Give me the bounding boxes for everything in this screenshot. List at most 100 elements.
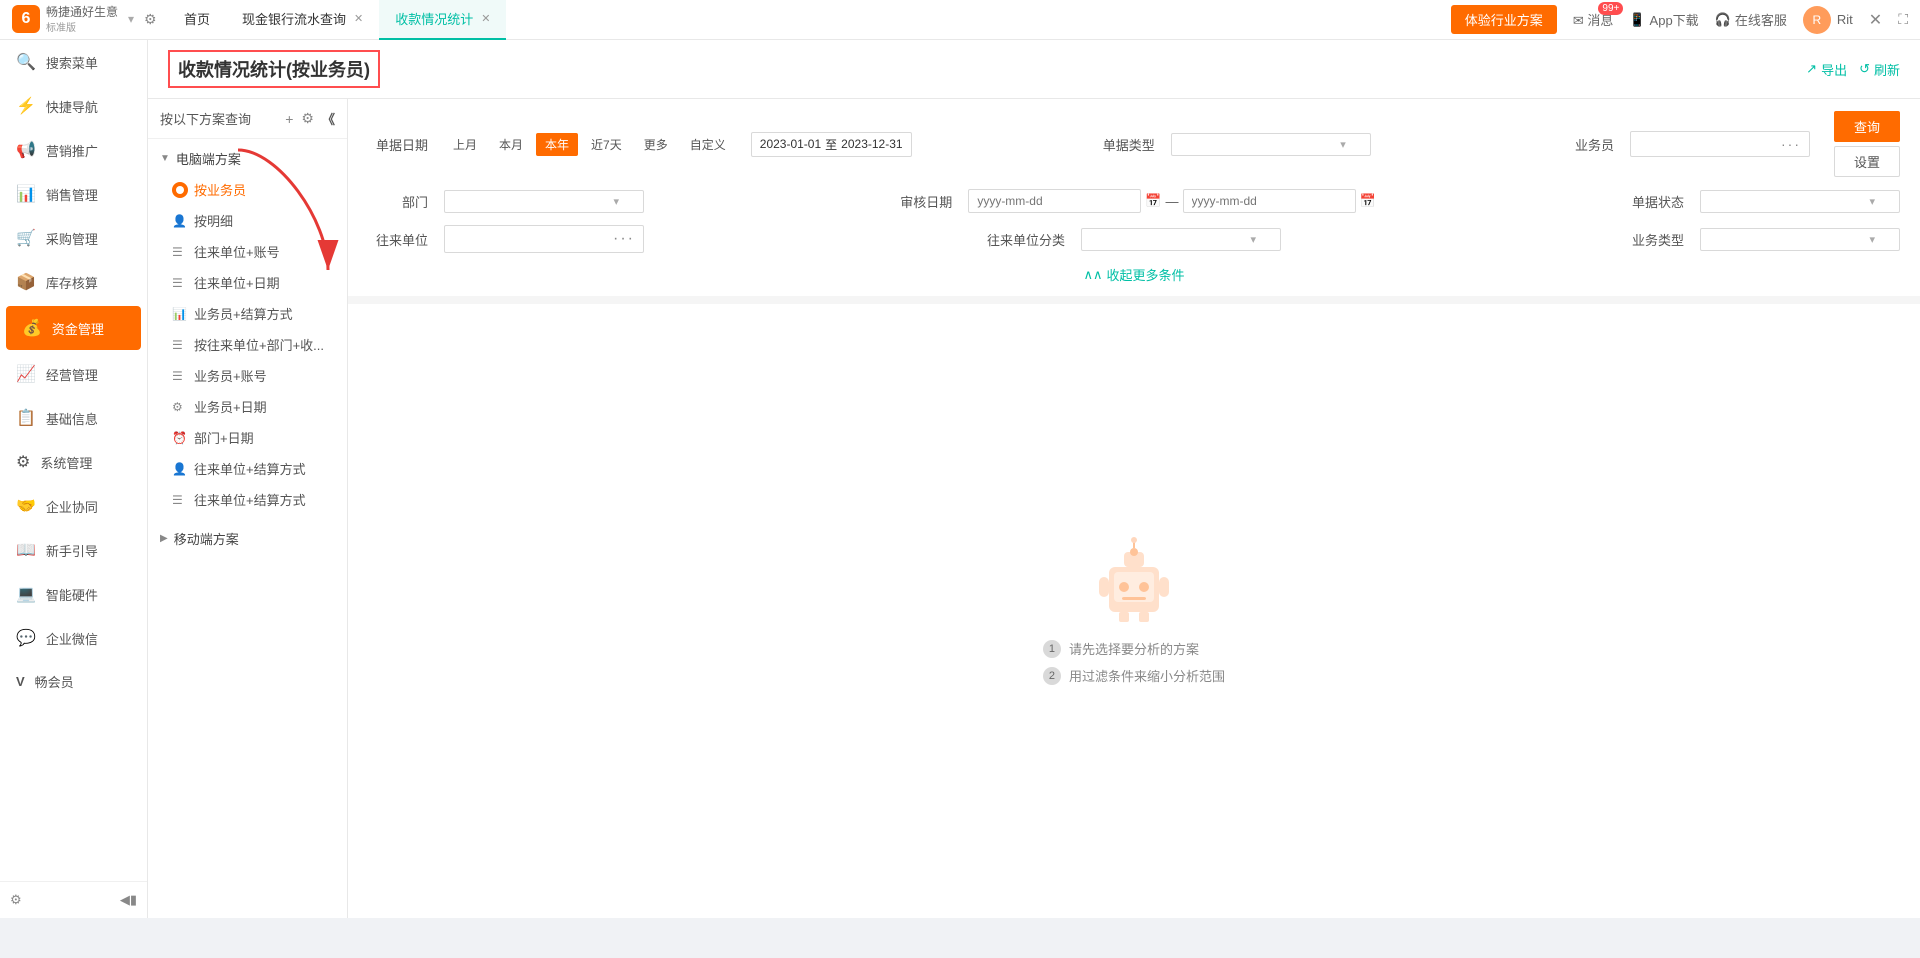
collapse-btn[interactable]: ∧∧ 收起更多条件 [368, 265, 1900, 284]
collab-icon: 🤝 [16, 496, 36, 516]
guide-icon: 📖 [16, 540, 36, 560]
sidebar-item-wechat[interactable]: 💬 企业微信 [0, 616, 147, 660]
scheme-item-partner-date[interactable]: ☰ 往来单位+日期 [148, 267, 347, 298]
gear-icon[interactable]: ⚙ [144, 11, 157, 28]
counterpart-cat-select[interactable]: ▾ [1081, 228, 1281, 251]
filter-area: 单据日期 上月 本月 本年 近7天 更多 自定义 2023-01-01 至 [348, 99, 1920, 296]
message-label: 消息 [1587, 13, 1613, 28]
message-btn[interactable]: ✉ 消息 99+ [1573, 10, 1614, 29]
operations-icon: 📈 [16, 364, 36, 384]
sidebar-item-system[interactable]: ⚙ 系统管理 [0, 440, 147, 484]
date-tab-custom[interactable]: 自定义 [681, 133, 735, 156]
sidebar-item-operations[interactable]: 📈 经营管理 [0, 352, 147, 396]
doc-status-dropdown-icon: ▾ [1869, 195, 1875, 208]
trial-btn[interactable]: 体验行业方案 [1451, 5, 1557, 34]
scheme-item-by-staff[interactable]: 按业务员 [148, 174, 347, 205]
sidebar-item-funds[interactable]: 💰 资金管理 [6, 306, 141, 350]
dept-select[interactable]: ▾ [444, 190, 644, 213]
scheme-item-partner-settle1-label: 往来单位+结算方式 [194, 459, 306, 478]
sidebar-item-guide[interactable]: 📖 新手引导 [0, 528, 147, 572]
export-btn[interactable]: ↗ 导出 [1806, 60, 1847, 79]
sidebar-item-sales[interactable]: 📊 销售管理 [0, 172, 147, 216]
sidebar-settings-icon[interactable]: ⚙ [10, 892, 22, 908]
scheme-item-partner-dept[interactable]: ☰ 按往来单位+部门+收... [148, 329, 347, 360]
scheme-collapse-icon[interactable]: 《 [322, 109, 335, 128]
sidebar-item-search[interactable]: 🔍 搜索菜单 [0, 40, 147, 84]
doc-type-dropdown-icon: ▾ [1340, 138, 1346, 151]
window-maximize-btn[interactable]: ⛶ [1898, 11, 1908, 28]
nav-tabs: 首页 现金银行流水查询 ✕ 收款情况统计 ✕ [160, 0, 1451, 39]
header-dropdown-icon[interactable]: ▾ [128, 12, 134, 26]
sidebar-item-collab[interactable]: 🤝 企业协同 [0, 484, 147, 528]
main-content: 按以下方案查询 + ⚙ 《 ▼ 电脑端方案 [148, 99, 1920, 918]
basics-icon: 📋 [16, 408, 36, 428]
date-tab-lastmonth[interactable]: 上月 [444, 133, 486, 156]
date-tab-7days[interactable]: 近7天 [582, 133, 631, 156]
audit-date-to[interactable] [1183, 189, 1356, 213]
date-tab-more[interactable]: 更多 [635, 133, 677, 156]
sidebar-item-search-label: 搜索菜单 [46, 53, 98, 72]
scheme-item-partner-settle1[interactable]: 👤 往来单位+结算方式 [148, 453, 347, 484]
partner-dept-icon: ☰ [172, 338, 188, 352]
tab-bank-flow[interactable]: 现金银行流水查询 ✕ [226, 0, 379, 40]
counterpart-cat-label: 往来单位分类 [987, 230, 1065, 249]
page-actions: ↗ 导出 ↺ 刷新 [1806, 60, 1900, 79]
audit-date-from[interactable] [968, 189, 1141, 213]
doc-type-select[interactable]: ▾ [1171, 133, 1371, 156]
sidebar-item-quicknav[interactable]: ⚡ 快捷导航 [0, 84, 147, 128]
user-info[interactable]: R Rit [1803, 6, 1853, 34]
audit-date-separator: — [1166, 194, 1179, 209]
refresh-btn[interactable]: ↺ 刷新 [1859, 60, 1900, 79]
sidebar-item-member[interactable]: V 畅会员 [0, 660, 147, 703]
window-close-btn[interactable]: ✕ [1869, 10, 1882, 30]
tab-bank-flow-close[interactable]: ✕ [354, 12, 363, 25]
sidebar-item-wechat-label: 企业微信 [46, 629, 98, 648]
sidebar-item-purchase[interactable]: 🛒 采购管理 [0, 216, 147, 260]
sidebar-item-basics[interactable]: 📋 基础信息 [0, 396, 147, 440]
sidebar-item-marketing[interactable]: 📢 营销推广 [0, 128, 147, 172]
date-from-value: 2023-01-01 [760, 137, 821, 151]
date-tab-thismonth[interactable]: 本月 [490, 133, 532, 156]
staff-input[interactable]: ··· [1630, 131, 1810, 157]
scheme-item-staff-acct[interactable]: ☰ 业务员+账号 [148, 360, 347, 391]
date-tab-thisyear[interactable]: 本年 [536, 133, 578, 156]
tab-home[interactable]: 首页 [168, 0, 226, 40]
scheme-item-detail-label: 按明细 [194, 211, 233, 230]
logo-area: 6 畅捷通好生意 标准版 ▾ ⚙ [12, 5, 160, 34]
query-btn[interactable]: 查询 [1834, 111, 1900, 142]
app-download-btn[interactable]: 📱 App下载 [1629, 10, 1698, 29]
scheme-item-partner-acct[interactable]: ☰ 往来单位+账号 [148, 236, 347, 267]
scheme-group-pc-header[interactable]: ▼ 电脑端方案 [148, 143, 347, 174]
sidebar-collapse-icon[interactable]: ◀▮ [120, 892, 137, 908]
biz-type-select[interactable]: ▾ [1700, 228, 1900, 251]
doc-status-select[interactable]: ▾ [1700, 190, 1900, 213]
scheme-item-staff-settle[interactable]: 📊 业务员+结算方式 [148, 298, 347, 329]
scheme-item-staff-acct-label: 业务员+账号 [194, 366, 267, 385]
counterpart-dots[interactable]: ··· [613, 230, 635, 248]
filter-row-3: 往来单位 ··· 往来单位分类 ▾ 业务类型 [368, 225, 1900, 253]
scheme-settings-icon[interactable]: ⚙ [301, 110, 314, 127]
online-service-btn[interactable]: 🎧 在线客服 [1715, 10, 1787, 29]
wechat-icon: 💬 [16, 628, 36, 648]
date-label: 单据日期 [368, 135, 428, 154]
date-range-display[interactable]: 2023-01-01 至 2023-12-31 [751, 132, 912, 157]
export-icon: ↗ [1806, 61, 1817, 77]
system-icon: ⚙ [16, 452, 30, 472]
scheme-item-staff-date[interactable]: ⚙ 业务员+日期 [148, 391, 347, 422]
tab-receipt-stat-close[interactable]: ✕ [481, 12, 490, 25]
scheme-add-icon[interactable]: + [285, 111, 293, 127]
tab-receipt-stat[interactable]: 收款情况统计 ✕ [379, 0, 506, 40]
sidebar-item-hardware[interactable]: 💻 智能硬件 [0, 572, 147, 616]
set-btn[interactable]: 设置 [1834, 146, 1900, 177]
sidebar-item-inventory[interactable]: 📦 库存核算 [0, 260, 147, 304]
sidebar-item-funds-label: 资金管理 [52, 319, 104, 338]
scheme-item-partner-settle2[interactable]: ☰ 往来单位+结算方式 [148, 484, 347, 515]
scheme-item-dept-date[interactable]: ⏰ 部门+日期 [148, 422, 347, 453]
scheme-item-detail[interactable]: 👤 按明细 [148, 205, 347, 236]
staff-dots[interactable]: ··· [1781, 136, 1801, 152]
counterpart-input[interactable]: ··· [444, 225, 644, 253]
scheme-group-mobile-header[interactable]: ▶ 移动端方案 [148, 523, 347, 554]
sidebar-item-quicknav-label: 快捷导航 [46, 97, 98, 116]
dept-date-icon: ⏰ [172, 431, 188, 445]
filter-row-1: 单据日期 上月 本月 本年 近7天 更多 自定义 2023-01-01 至 [368, 111, 1900, 177]
